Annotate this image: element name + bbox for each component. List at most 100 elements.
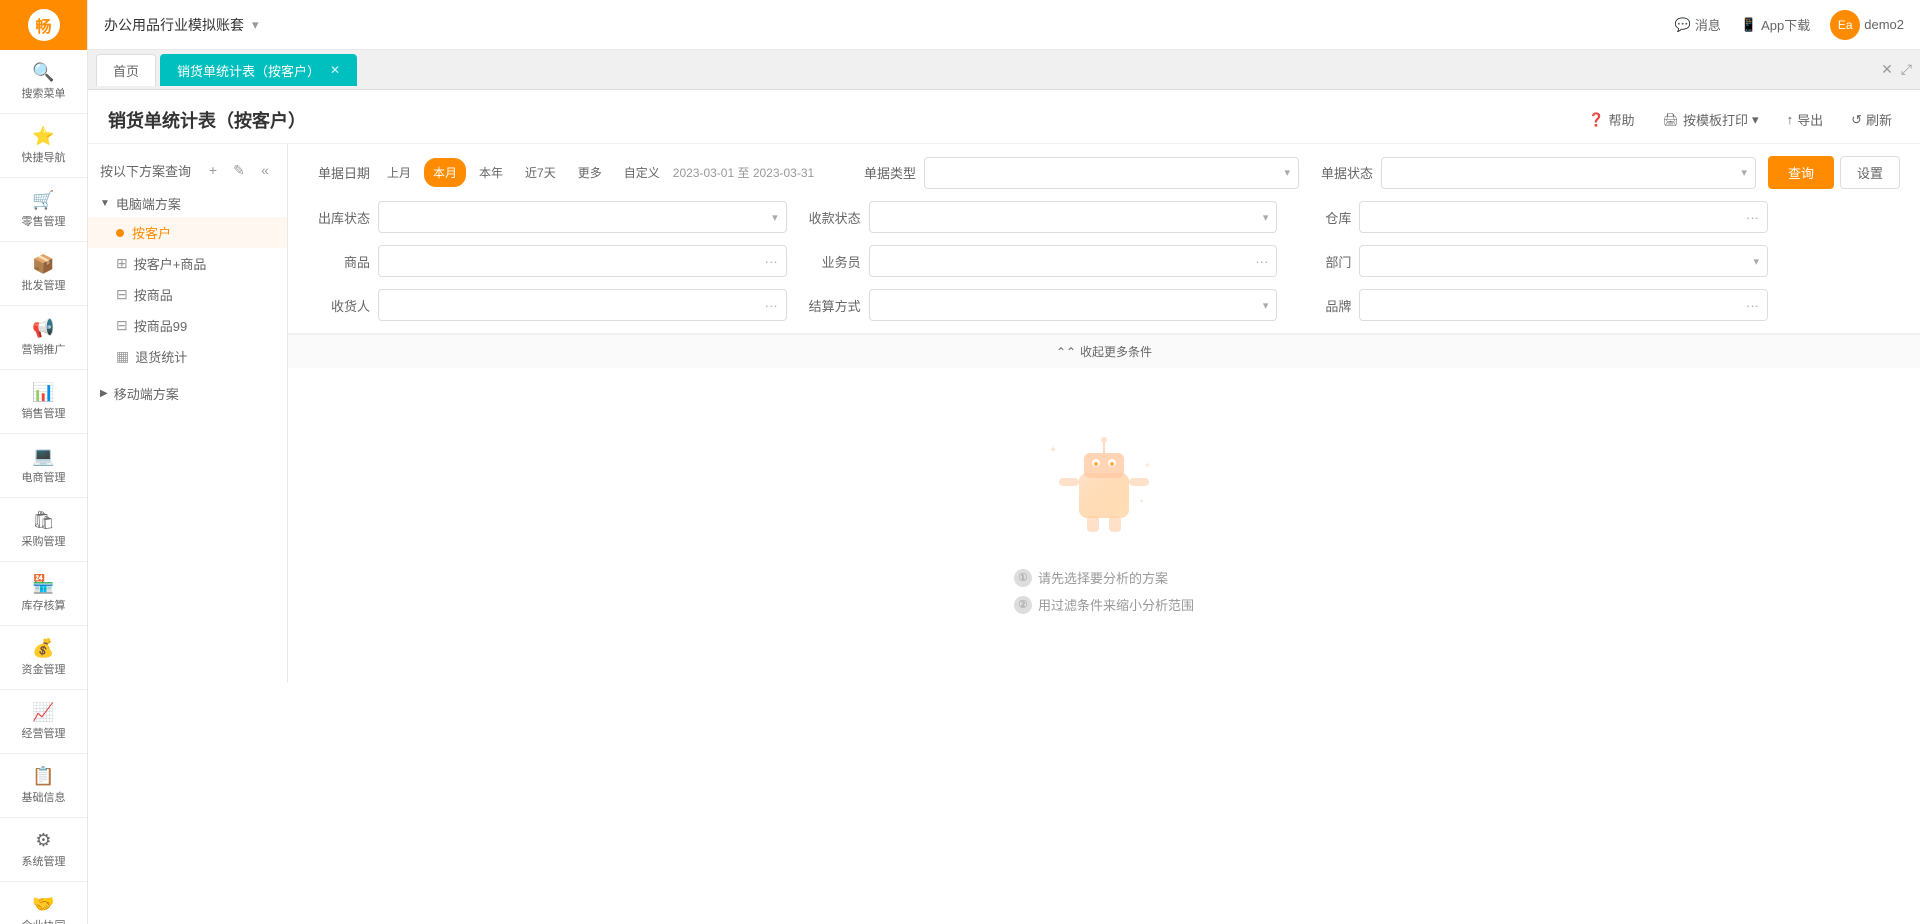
sidebar-item-operation[interactable]: 📈 经营管理	[0, 690, 87, 754]
sidebar-item-retail[interactable]: 🛒 零售管理	[0, 178, 87, 242]
page-actions: ❓ 帮助 🖨 按模板打印 ▾ ↑ 导出 ↺ 刷新	[1580, 106, 1900, 133]
collapse-bar[interactable]: ⌃⌃ 收起更多条件	[288, 334, 1920, 368]
edit-scheme-btn[interactable]: ✎	[229, 160, 249, 180]
more-icon: ···	[765, 254, 778, 269]
cart-icon: 🛒	[32, 190, 54, 211]
left-panel: 按以下方案查询 + ✎ « ▼ 电脑端方案 按客户	[88, 144, 288, 682]
sidebar-item-marketing[interactable]: 📢 营销推广	[0, 306, 87, 370]
sidebar-item-ecom[interactable]: 💻 电商管理	[0, 434, 87, 498]
collapse-panel-btn[interactable]: «	[255, 160, 275, 180]
scheme-by-goods[interactable]: ⊟ 按商品	[88, 279, 287, 310]
date-btn-last-7[interactable]: 近7天	[516, 158, 565, 187]
doc-type-label: 单据类型	[854, 163, 924, 182]
out-status-filter: 出库状态 ▾	[308, 201, 787, 233]
sidebar-item-inventory[interactable]: 🏪 库存核算	[0, 562, 87, 626]
arrow-down-icon: ▼	[100, 198, 110, 209]
active-indicator	[116, 229, 124, 237]
maximize-icon[interactable]: ⤢	[1901, 61, 1912, 78]
sidebar-item-quick-nav[interactable]: ⭐ 快捷导航	[0, 114, 87, 178]
scheme-by-goods-99[interactable]: ⊟ 按商品99	[88, 310, 287, 341]
query-button[interactable]: 查询	[1768, 156, 1834, 189]
doc-type-input[interactable]: ▾	[924, 157, 1299, 189]
star-icon: ⭐	[32, 126, 54, 147]
topbar-left: 办公用品行业模拟账套 ▾	[104, 15, 268, 35]
chevron-down-icon: ▾	[1753, 255, 1759, 268]
left-panel-header: 按以下方案查询 + ✎ «	[88, 154, 287, 186]
brand-input[interactable]: ···	[1359, 289, 1768, 321]
topbar: 办公用品行业模拟账套 ▾ 💬 消息 📱 App下载 Ea demo2	[88, 0, 1920, 50]
date-btn-custom[interactable]: 自定义	[615, 158, 669, 187]
warehouse-input[interactable]: ···	[1359, 201, 1768, 233]
sidebar-item-search[interactable]: 🔍 搜索菜单	[0, 50, 87, 114]
add-scheme-btn[interactable]: +	[203, 160, 223, 180]
brand-label: 品牌	[1289, 296, 1359, 315]
empty-state: ✦ ✦ ✦ ① 请先选择要分析的方案 ② 用过滤条件来缩小分析范围	[288, 368, 1920, 682]
payment-input[interactable]: ▾	[869, 289, 1278, 321]
action-buttons: 查询 设置	[1768, 156, 1900, 189]
pay-status-input[interactable]: ▾	[869, 201, 1278, 233]
tip-2-num: ②	[1014, 596, 1032, 614]
logo[interactable]: 畅	[0, 0, 87, 50]
date-btn-last-month[interactable]: 上月	[378, 158, 420, 187]
sidebar-item-basic-info[interactable]: 📋 基础信息	[0, 754, 87, 818]
doc-type-filter: 单据类型 ▾	[854, 157, 1299, 189]
department-input[interactable]: ▾	[1359, 245, 1768, 277]
doc-status-input[interactable]: ▾	[1381, 157, 1756, 189]
sidebar-item-label: 资金管理	[22, 661, 66, 677]
close-tab-icon[interactable]: ✕	[330, 63, 340, 77]
date-filter: 单据日期 上月 本月 本年 近7天 更多 自定义 2023-03-01 至 20…	[308, 158, 842, 187]
export-btn[interactable]: ↑ 导出	[1779, 106, 1832, 133]
svg-text:✦: ✦	[1049, 445, 1057, 456]
tab-home[interactable]: 首页	[96, 54, 156, 86]
page-content: 销货单统计表（按客户） ❓ 帮助 🖨 按模板打印 ▾ ↑ 导出 ↺ 刷新	[88, 90, 1920, 924]
settings-button[interactable]: 设置	[1840, 156, 1900, 189]
mobile-group-header[interactable]: ▶ 移动端方案	[88, 380, 287, 407]
more-icon: ···	[1746, 298, 1759, 313]
dropdown-icon[interactable]: ▾	[252, 17, 268, 33]
date-btn-more[interactable]: 更多	[569, 158, 611, 187]
sidebar-item-system[interactable]: ⚙ 系统管理	[0, 818, 87, 882]
home-tab-label: 首页	[113, 61, 139, 80]
sidebar-item-label: 库存核算	[22, 597, 66, 613]
print-dropdown-icon[interactable]: ▾	[1752, 112, 1759, 128]
date-label: 单据日期	[308, 163, 378, 182]
svg-text:✦: ✦	[1144, 461, 1151, 470]
sidebar-item-label: 销售管理	[22, 405, 66, 421]
close-window-icon[interactable]: ✕	[1881, 61, 1893, 78]
receiver-input[interactable]: ···	[378, 289, 787, 321]
receiver-label: 收货人	[308, 296, 378, 315]
salesperson-input[interactable]: ···	[869, 245, 1278, 277]
computer-icon: 💻	[32, 446, 54, 467]
department-label: 部门	[1289, 252, 1359, 271]
sidebar-item-finance[interactable]: 💰 资金管理	[0, 626, 87, 690]
sidebar-item-enterprise[interactable]: 🤝 企业协同	[0, 882, 87, 924]
table2-icon: ⊟	[116, 317, 128, 334]
refresh-btn[interactable]: ↺ 刷新	[1843, 106, 1900, 133]
grid-icon: ⊞	[116, 255, 128, 272]
goods-input[interactable]: ···	[378, 245, 787, 277]
user-area[interactable]: Ea demo2	[1830, 10, 1904, 40]
warehouse-label: 仓库	[1289, 208, 1359, 227]
sidebar-item-label: 企业协同	[22, 917, 66, 924]
scheme-returns[interactable]: ▦ 退货统计	[88, 341, 287, 372]
sidebar-item-purchase[interactable]: 🛍 采购管理	[0, 498, 87, 562]
message-btn[interactable]: 💬 消息	[1675, 15, 1721, 34]
sidebar-item-wholesale[interactable]: 📦 批发管理	[0, 242, 87, 306]
main-area: 办公用品行业模拟账套 ▾ 💬 消息 📱 App下载 Ea demo2 首页 销货…	[88, 0, 1920, 924]
date-btn-this-year[interactable]: 本年	[470, 158, 512, 187]
sidebar-item-label: 经营管理	[22, 725, 66, 741]
tip-1-num: ①	[1014, 569, 1032, 587]
app-download-btn[interactable]: 📱 App下载	[1741, 15, 1810, 34]
print-btn[interactable]: 🖨 按模板打印 ▾	[1655, 106, 1767, 133]
scheme-by-customer[interactable]: 按客户	[88, 217, 287, 248]
scheme-label: 退货统计	[135, 347, 187, 366]
desktop-group-header[interactable]: ▼ 电脑端方案	[88, 190, 287, 217]
sidebar-item-sales[interactable]: 📊 销售管理	[0, 370, 87, 434]
tabbar: 首页 销货单统计表（按客户） ✕ ✕ ⤢	[88, 50, 1920, 90]
scheme-label: 按客户+商品	[134, 254, 207, 273]
tab-sales-stat[interactable]: 销货单统计表（按客户） ✕	[160, 54, 357, 86]
date-btn-this-month[interactable]: 本月	[424, 158, 466, 187]
scheme-by-customer-goods[interactable]: ⊞ 按客户+商品	[88, 248, 287, 279]
help-btn[interactable]: ❓ 帮助	[1580, 106, 1642, 133]
out-status-input[interactable]: ▾	[378, 201, 787, 233]
